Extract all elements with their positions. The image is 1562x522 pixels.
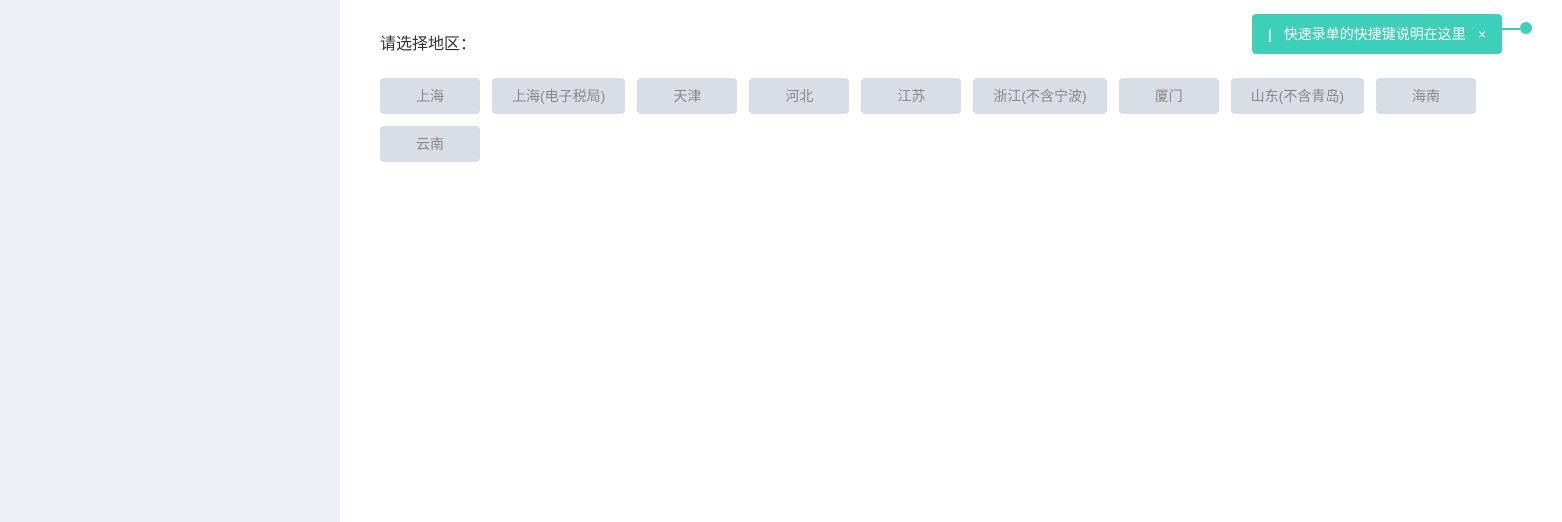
main-content: 快速录单的快捷键说明在这里 × 请选择地区： 上海上海(电子税局)天津河北江苏浙… bbox=[340, 0, 1562, 522]
tooltip-text: 快速录单的快捷键说明在这里 bbox=[1284, 24, 1466, 44]
region-button-jiangsu[interactable]: 江苏 bbox=[861, 78, 961, 114]
tooltip-banner: 快速录单的快捷键说明在这里 × bbox=[1252, 14, 1502, 54]
region-button-shandong[interactable]: 山东(不含青岛) bbox=[1231, 78, 1364, 114]
region-button-hebei[interactable]: 河北 bbox=[749, 78, 849, 114]
tooltip-connector-dot bbox=[1520, 22, 1532, 34]
region-button-zhejiang[interactable]: 浙江(不含宁波) bbox=[973, 78, 1106, 114]
tooltip-close-button[interactable]: × bbox=[1478, 26, 1486, 42]
region-button-hainan[interactable]: 海南 bbox=[1376, 78, 1476, 114]
region-button-group: 上海上海(电子税局) 天津河北江苏浙江(不含宁波) 厦门山东(不含青岛) 海南云南 bbox=[380, 78, 1522, 162]
sidebar bbox=[0, 0, 340, 522]
region-button-xiamen[interactable]: 厦门 bbox=[1119, 78, 1219, 114]
region-button-tianjin[interactable]: 天津 bbox=[637, 78, 737, 114]
region-button-yunnan[interactable]: 云南 bbox=[380, 126, 480, 162]
app-layout: 快速录单的快捷键说明在这里 × 请选择地区： 上海上海(电子税局)天津河北江苏浙… bbox=[0, 0, 1562, 522]
region-button-shanghai[interactable]: 上海 bbox=[380, 78, 480, 114]
region-button-shanghai-etax[interactable]: 上海(电子税局) bbox=[492, 78, 625, 114]
tooltip-connector-line bbox=[1500, 28, 1520, 30]
